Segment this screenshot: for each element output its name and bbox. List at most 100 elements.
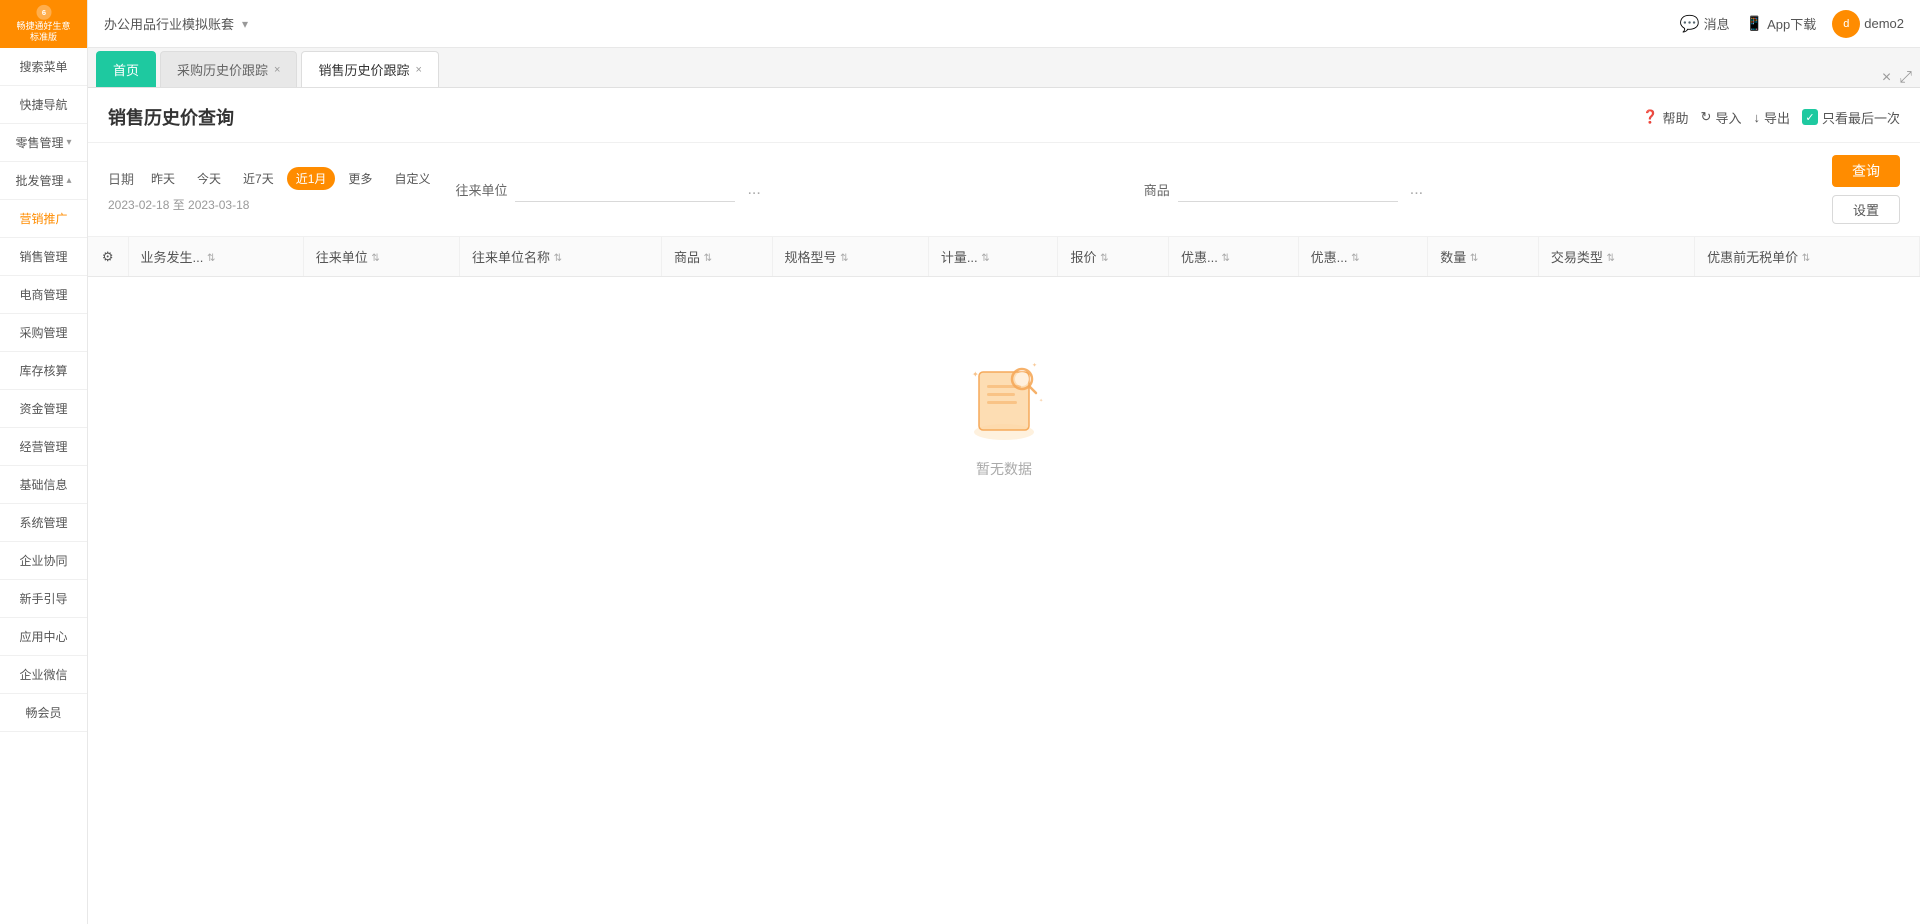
sidebar-inventory-label: 库存核算 [19, 364, 67, 378]
tab-home-label: 首页 [113, 60, 139, 79]
user-profile[interactable]: d demo2 [1832, 10, 1904, 38]
sidebar-item-ecommerce[interactable]: 电商管理 [0, 276, 87, 314]
col-spec[interactable]: 规格型号 ⇅ [772, 237, 928, 277]
topbar-dropdown-icon[interactable]: ▾ [242, 17, 248, 31]
sidebar-wholesale-label: 批发管理 [15, 172, 63, 189]
sidebar: 6 畅捷通好生意 标准版 搜索菜单 快捷导航 零售管理 ▾ 批发管理 ▴ 营销推… [0, 0, 88, 924]
col-trade-type[interactable]: 交易类型 ⇅ [1538, 237, 1694, 277]
col-discount2[interactable]: 优惠... ⇅ [1298, 237, 1428, 277]
sidebar-item-enterprise[interactable]: 企业协同 [0, 542, 87, 580]
tab-home[interactable]: 首页 [96, 51, 156, 87]
window-controls: × ⤢ [1882, 69, 1912, 87]
sidebar-item-search[interactable]: 搜索菜单 [0, 48, 87, 86]
settings-button[interactable]: 设置 [1832, 195, 1900, 224]
goods-filter-label: 商品 [1144, 180, 1170, 199]
partner-filter-label: 往来单位 [455, 180, 507, 199]
sidebar-item-wholesale[interactable]: 批发管理 ▴ [0, 162, 87, 200]
date-filter-group: 日期 昨天 今天 近7天 近1月 更多 自定义 2023-02-18 至 202… [108, 167, 439, 213]
main-area: 办公用品行业模拟账套 ▾ 💬 消息 📱 App下载 d demo2 首页 [88, 0, 1920, 924]
export-icon: ↓ [1753, 110, 1760, 125]
tab-sales-history-close[interactable]: × [415, 64, 421, 76]
svg-text:✦: ✦ [1039, 398, 1043, 404]
sidebar-item-marketing[interactable]: 营销推广 [0, 200, 87, 238]
topbar-left: 办公用品行业模拟账套 ▾ [104, 14, 248, 33]
sort-icon-partner-name: ⇅ [554, 253, 562, 264]
settings-icon: ⚙ [102, 249, 114, 264]
sidebar-item-basic[interactable]: 基础信息 [0, 466, 87, 504]
col-quote-price[interactable]: 报价 ⇅ [1058, 237, 1169, 277]
tab-sales-history[interactable]: 销售历史价跟踪 × [301, 51, 438, 87]
message-button[interactable]: 💬 消息 [1680, 14, 1730, 34]
import-button[interactable]: ↻ 导入 [1701, 108, 1742, 127]
sidebar-item-vip[interactable]: 畅会员 [0, 694, 87, 732]
sort-icon-quantity: ⇅ [1470, 253, 1478, 264]
sidebar-operations-label: 经营管理 [19, 440, 67, 454]
query-button[interactable]: 查询 [1832, 155, 1900, 187]
goods-filter-input[interactable] [1178, 178, 1398, 202]
window-maximize-button[interactable]: ⤢ [1899, 69, 1912, 87]
col-settings[interactable]: ⚙ [88, 237, 128, 277]
partner-filter-group: 往来单位 ... [455, 178, 1127, 202]
col-quantity[interactable]: 数量 ⇅ [1428, 237, 1539, 277]
table-container: ⚙ 业务发生... ⇅ 往来单位 ⇅ 往来单位名称 ⇅ 商品 ⇅ [88, 237, 1920, 559]
app-logo-icon: 6 [28, 4, 60, 21]
sidebar-apps-label: 应用中心 [19, 630, 67, 644]
svg-text:6: 6 [41, 8, 45, 17]
tab-purchase-history-close[interactable]: × [274, 64, 280, 76]
sidebar-item-system[interactable]: 系统管理 [0, 504, 87, 542]
date-btn-today[interactable]: 今天 [188, 167, 230, 190]
topbar-title: 办公用品行业模拟账套 [104, 14, 234, 33]
sidebar-item-wechat[interactable]: 企业微信 [0, 656, 87, 694]
sidebar-item-purchase[interactable]: 采购管理 [0, 314, 87, 352]
sort-icon-biz-date: ⇅ [207, 253, 215, 264]
data-table: ⚙ 业务发生... ⇅ 往来单位 ⇅ 往来单位名称 ⇅ 商品 ⇅ [88, 237, 1920, 277]
sidebar-search-label: 搜索菜单 [19, 60, 67, 74]
date-option-buttons: 昨天 今天 近7天 近1月 更多 自定义 [142, 167, 439, 190]
only-last-checkbox[interactable]: ✓ 只看最后一次 [1802, 108, 1900, 127]
sort-icon-goods: ⇅ [704, 253, 712, 264]
date-btn-more[interactable]: 更多 [339, 167, 381, 190]
sort-icon-trade: ⇅ [1607, 253, 1615, 264]
tab-purchase-history[interactable]: 采购历史价跟踪 × [160, 51, 297, 87]
sidebar-item-sales[interactable]: 销售管理 [0, 238, 87, 276]
help-button[interactable]: ❓ 帮助 [1642, 108, 1688, 127]
retail-expand-icon: ▾ [66, 137, 71, 148]
col-partner-code[interactable]: 往来单位 ⇅ [303, 237, 459, 277]
date-btn-yesterday[interactable]: 昨天 [142, 167, 184, 190]
sort-icon-unit: ⇅ [981, 253, 989, 264]
sidebar-retail-label: 零售管理 [15, 134, 63, 151]
page-header: 销售历史价查询 ❓ 帮助 ↻ 导入 ↓ 导出 ✓ 只 [88, 88, 1920, 143]
action-buttons: 查询 设置 [1832, 155, 1900, 224]
col-discount1[interactable]: 优惠... ⇅ [1169, 237, 1299, 277]
date-btn-last1month[interactable]: 近1月 [287, 167, 336, 190]
col-goods[interactable]: 商品 ⇅ [661, 237, 772, 277]
sidebar-item-retail[interactable]: 零售管理 ▾ [0, 124, 87, 162]
sidebar-logo: 6 畅捷通好生意 标准版 [0, 0, 87, 48]
col-partner-name[interactable]: 往来单位名称 ⇅ [460, 237, 662, 277]
window-close-button[interactable]: × [1882, 69, 1891, 87]
sidebar-item-quicknav[interactable]: 快捷导航 [0, 86, 87, 124]
col-biz-date[interactable]: 业务发生... ⇅ [128, 237, 303, 277]
col-price-no-tax[interactable]: 优惠前无税单价 ⇅ [1695, 237, 1920, 277]
app-download-button[interactable]: 📱 App下载 [1746, 14, 1817, 33]
sidebar-item-finance[interactable]: 资金管理 [0, 390, 87, 428]
col-unit[interactable]: 计量... ⇅ [928, 237, 1058, 277]
date-btn-last7days[interactable]: 近7天 [234, 167, 283, 190]
goods-dots-button[interactable]: ... [1406, 181, 1427, 199]
topbar-right: 💬 消息 📱 App下载 d demo2 [1680, 10, 1904, 38]
date-btn-custom[interactable]: 自定义 [385, 167, 439, 190]
sort-icon-discount2: ⇅ [1351, 253, 1359, 264]
sidebar-newbie-label: 新手引导 [19, 592, 67, 606]
sidebar-item-apps[interactable]: 应用中心 [0, 618, 87, 656]
topbar: 办公用品行业模拟账套 ▾ 💬 消息 📱 App下载 d demo2 [88, 0, 1920, 48]
svg-text:✦: ✦ [972, 370, 979, 379]
avatar-initials: d [1843, 18, 1849, 30]
sidebar-item-operations[interactable]: 经营管理 [0, 428, 87, 466]
export-button[interactable]: ↓ 导出 [1753, 108, 1790, 127]
empty-illustration: ✦ ✦ ✦ [954, 357, 1054, 447]
partner-filter-input[interactable] [515, 178, 735, 202]
sidebar-item-inventory[interactable]: 库存核算 [0, 352, 87, 390]
sidebar-item-newbie[interactable]: 新手引导 [0, 580, 87, 618]
partner-dots-button[interactable]: ... [743, 181, 764, 199]
tab-sales-history-label: 销售历史价跟踪 [318, 60, 409, 79]
